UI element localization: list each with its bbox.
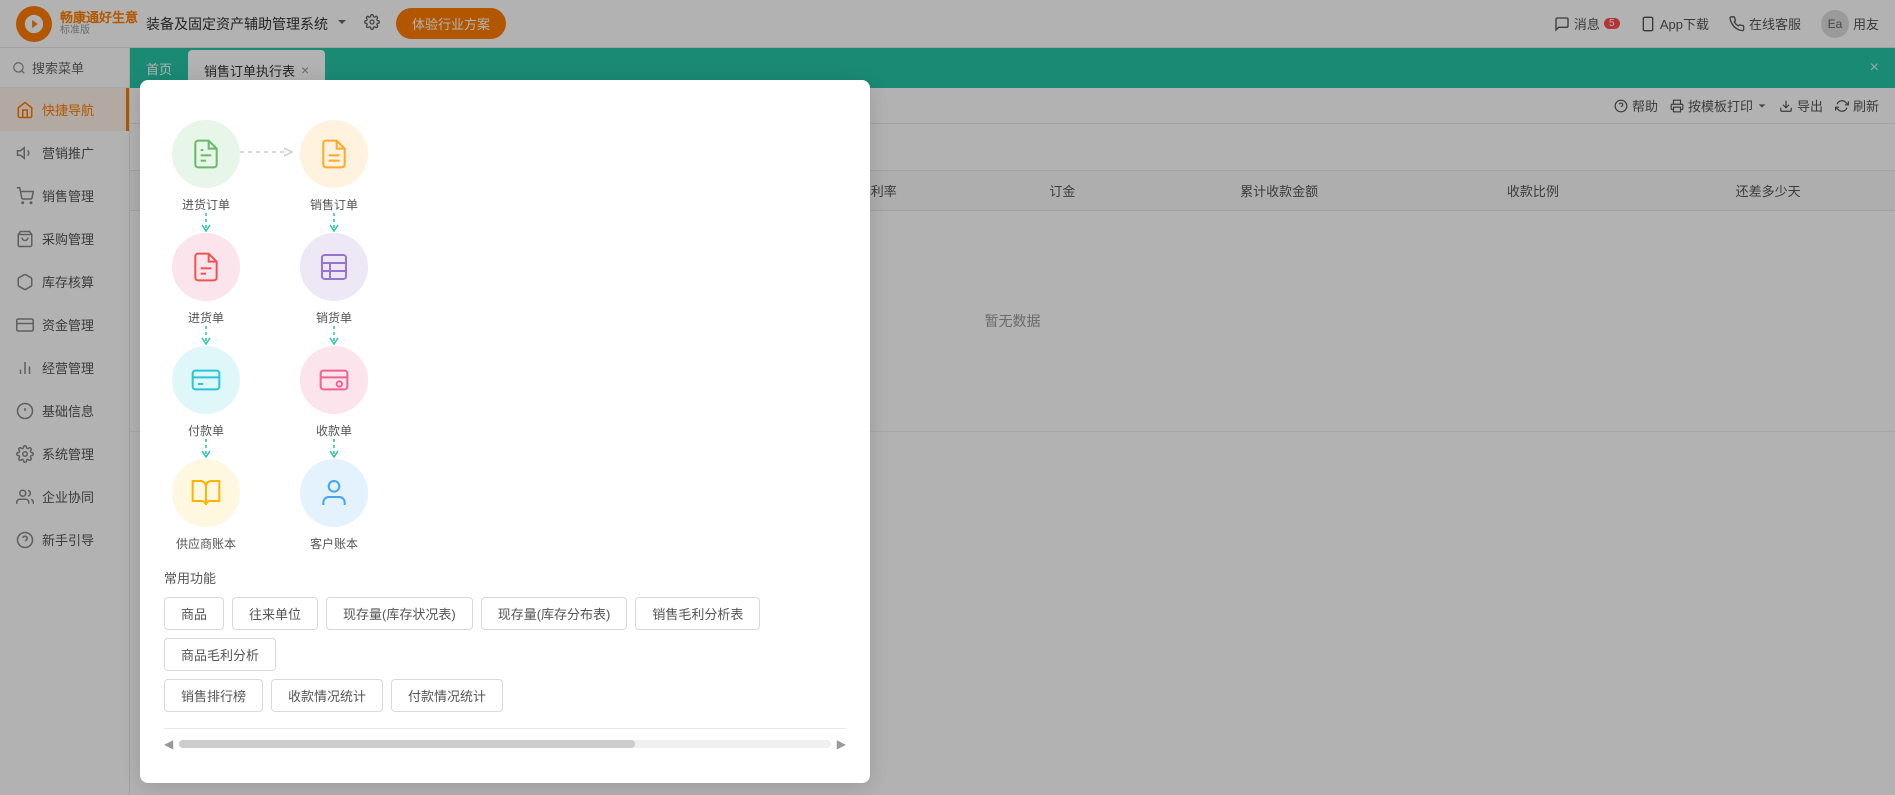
fn-btn-payment-stats[interactable]: 付款情况统计: [391, 679, 503, 712]
fn-btn-sales-rank[interactable]: 销售排行榜: [164, 679, 263, 712]
scroll-left-button[interactable]: ◀: [164, 737, 173, 751]
common-functions: 常用功能 商品 往来单位 现存量(库存状况表) 现存量(库存分布表) 销售毛利分…: [164, 568, 846, 712]
scroll-bar-area: ◀ ▶: [164, 728, 846, 759]
function-buttons-row2: 销售排行榜 收款情况统计 付款情况统计: [164, 679, 846, 712]
flow-label-sales-order: 销售订单: [310, 196, 358, 213]
quick-guide-panel: 进货订单 进货单: [140, 80, 870, 783]
function-buttons-row1: 商品 往来单位 现存量(库存状况表) 现存量(库存分布表) 销售毛利分析表 商品…: [164, 597, 846, 671]
flow-label-purchase-order: 进货订单: [182, 196, 230, 213]
flow-icon-payment: [172, 346, 240, 414]
fn-btn-counterparty[interactable]: 往来单位: [232, 597, 318, 630]
flow-label-sales-bill: 销货单: [316, 309, 352, 326]
flow-node-purchase-order[interactable]: 进货订单: [172, 120, 240, 213]
fn-btn-sales-profit[interactable]: 销售毛利分析表: [635, 597, 760, 630]
flow-node-purchase-bill[interactable]: 进货单: [172, 233, 240, 326]
flow-icon-receipt: [300, 346, 368, 414]
flow-node-receipt[interactable]: 收款单: [300, 346, 368, 439]
flow-node-sales-order[interactable]: 销售订单: [300, 120, 368, 213]
flow-node-sales-bill[interactable]: 销货单: [300, 233, 368, 326]
flow-node-payment[interactable]: 付款单: [172, 346, 240, 439]
scroll-thumb: [179, 740, 635, 748]
fn-btn-stock-status[interactable]: 现存量(库存状况表): [326, 597, 473, 630]
fn-btn-receipt-stats[interactable]: 收款情况统计: [271, 679, 383, 712]
flow-node-supplier-account[interactable]: 供应商账本: [172, 459, 240, 552]
flow-label-receipt: 收款单: [316, 422, 352, 439]
fn-btn-stock-dist[interactable]: 现存量(库存分布表): [481, 597, 628, 630]
fn-btn-product-profit[interactable]: 商品毛利分析: [164, 638, 276, 671]
flow-icon-supplier-account: [172, 459, 240, 527]
flow-icon-customer-account: [300, 459, 368, 527]
flow-label-payment: 付款单: [188, 422, 224, 439]
flow-node-customer-account[interactable]: 客户账本: [300, 459, 368, 552]
flow-icon-purchase-bill: [172, 233, 240, 301]
flow-label-supplier-account: 供应商账本: [176, 535, 236, 552]
scroll-track[interactable]: [179, 740, 831, 748]
flow-icon-purchase-order: [172, 120, 240, 188]
scroll-right-button[interactable]: ▶: [837, 737, 846, 751]
flow-icon-sales-bill: [300, 233, 368, 301]
flow-label-purchase-bill: 进货单: [188, 309, 224, 326]
common-functions-title: 常用功能: [164, 568, 846, 587]
flow-icon-sales-order: [300, 120, 368, 188]
flow-label-customer-account: 客户账本: [310, 535, 358, 552]
fn-btn-product[interactable]: 商品: [164, 597, 224, 630]
